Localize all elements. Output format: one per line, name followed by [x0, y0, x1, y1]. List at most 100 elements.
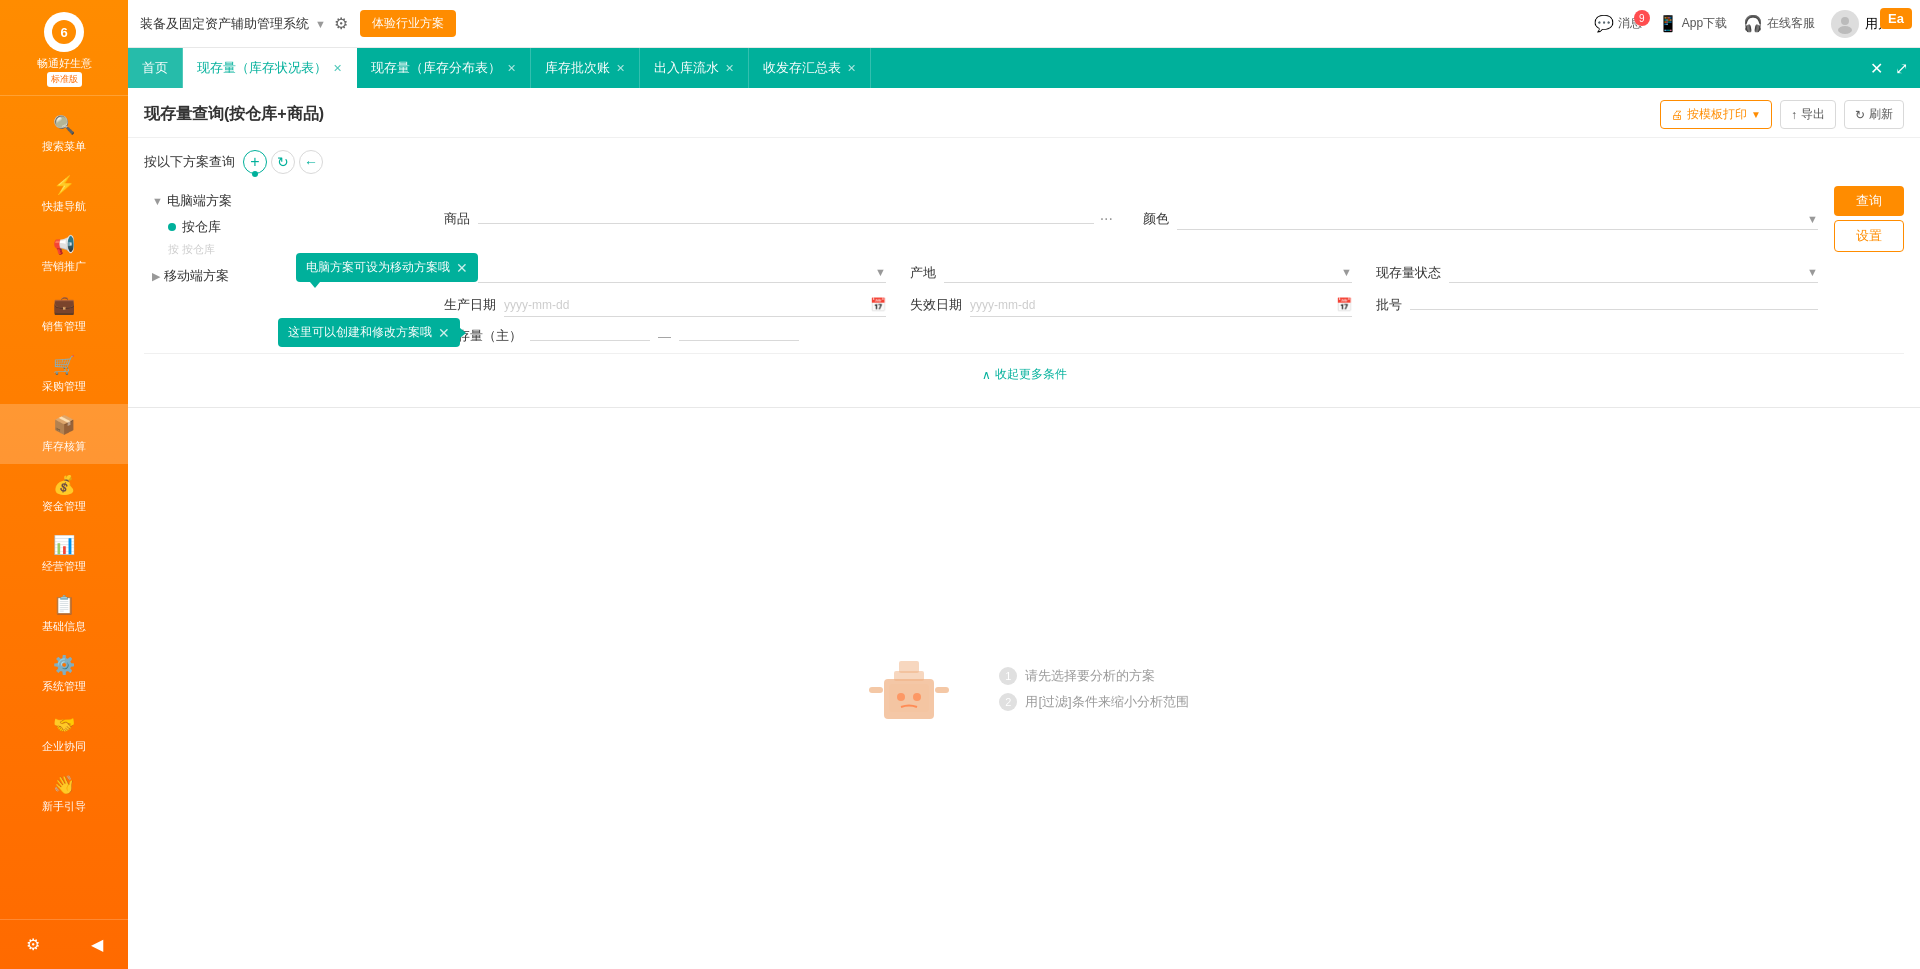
sidebar-item-quicknav[interactable]: ⚡ 快捷导航 — [0, 164, 128, 224]
tab-inventory-status-label: 现存量（库存状况表） — [197, 59, 327, 77]
empty-step-2: 2 用[过滤]条件来缩小分析范围 — [999, 693, 1188, 711]
header-actions: 💬 消息 9 📱 App下载 🎧 在线客服 用户 ▼ — [1594, 10, 1908, 38]
stock-status-label: 现存量状态 — [1376, 264, 1441, 282]
expire-date-calendar[interactable]: 📅 — [1336, 297, 1352, 312]
sidebar-item-inventory[interactable]: 📦 库存核算 — [0, 404, 128, 464]
back-scheme-btn[interactable]: ← — [299, 150, 323, 174]
tab-maximize[interactable]: ⤢ — [1891, 57, 1912, 80]
sidebar-item-system[interactable]: ⚙️ 系统管理 — [0, 644, 128, 704]
filter-fields: 商品 ··· 颜色 ▼ 查询 设置 — [444, 186, 1904, 345]
tooltip-arrow-down — [310, 282, 320, 288]
filter-row-3: 生产日期 yyyy-mm-dd 📅 失效日期 yyyy-mm-dd 📅 — [444, 293, 1904, 317]
logo-text: 畅通好生意 — [37, 56, 92, 70]
sidebar-item-marketing[interactable]: 📢 营销推广 — [0, 224, 128, 284]
sidebar-item-sales[interactable]: 💼 销售管理 — [0, 284, 128, 344]
search-icon: 🔍 — [53, 114, 75, 136]
tab-inventory-dist-close[interactable]: ✕ — [507, 62, 516, 75]
sidebar-item-newbie[interactable]: 👋 新手引导 — [0, 764, 128, 824]
collapse-arrow: ∧ — [982, 368, 991, 382]
sidebar-item-operations[interactable]: 📊 经营管理 — [0, 524, 128, 584]
set-btn[interactable]: 设置 — [1834, 220, 1904, 252]
tab-close-all[interactable]: ✕ — [1866, 57, 1887, 80]
refresh-btn[interactable]: ↻ 刷新 — [1844, 100, 1904, 129]
expire-date-placeholder: yyyy-mm-dd — [970, 298, 1035, 312]
tab-inventory-dist-label: 现存量（库存分布表） — [371, 59, 501, 77]
svg-point-6 — [897, 693, 905, 701]
sidebar-item-finance[interactable]: 💰 资金管理 — [0, 464, 128, 524]
filter-origin: 产地 ▼ — [910, 262, 1352, 283]
header: 装备及固定资产辅助管理系统 ▼ ⚙ 体验行业方案 💬 消息 9 📱 App下载 … — [128, 0, 1920, 48]
tab-batch-ledger-close[interactable]: ✕ — [616, 62, 625, 75]
message-icon: 💬 — [1594, 14, 1614, 33]
tab-bar: 首页 现存量（库存状况表） ✕ 现存量（库存分布表） ✕ 库存批次账 ✕ 出入库… — [128, 48, 1920, 88]
system-dropdown-arrow[interactable]: ▼ — [315, 18, 326, 30]
online-support-btn[interactable]: 🎧 在线客服 — [1743, 14, 1815, 33]
tab-inventory-status-close[interactable]: ✕ — [333, 62, 342, 75]
filter-batch: 批号 — [1376, 296, 1818, 314]
content-area: 1 请先选择要分析的方案 2 用[过滤]条件来缩小分析范围 — [128, 408, 1920, 969]
tab-inventory-status[interactable]: 现存量（库存状况表） ✕ — [183, 48, 357, 88]
sidebar-item-enterprise[interactable]: 🤝 企业协同 — [0, 704, 128, 764]
sidebar-item-search[interactable]: 🔍 搜索菜单 — [0, 104, 128, 164]
goods-more[interactable]: ··· — [1094, 210, 1119, 228]
pc-sub-scheme-item[interactable]: 按仓库 — [144, 214, 324, 240]
headset-icon: 🎧 — [1743, 14, 1763, 33]
tab-collect-send-label: 收发存汇总表 — [763, 59, 841, 77]
tab-inout-flow[interactable]: 出入库流水 ✕ — [640, 48, 749, 88]
sidebar-item-purchase[interactable]: 🛒 采购管理 — [0, 344, 128, 404]
sidebar-settings-btn[interactable]: ⚙ — [21, 930, 45, 959]
tab-batch-ledger[interactable]: 库存批次账 ✕ — [531, 48, 640, 88]
basic-icon: 📋 — [53, 594, 75, 616]
header-settings-btn[interactable]: ⚙ — [334, 14, 348, 33]
tooltip-arrow-right — [460, 328, 466, 338]
empty-icon — [859, 639, 959, 739]
produce-date-calendar[interactable]: 📅 — [870, 297, 886, 312]
page-header: 现存量查询(按仓库+商品) 🖨 按模板打印 ▼ ↑ 导出 ↻ 刷新 — [128, 88, 1920, 138]
svg-rect-9 — [935, 687, 949, 693]
enterprise-icon: 🤝 — [53, 714, 75, 736]
produce-date-label: 生产日期 — [444, 296, 496, 314]
tab-collect-send[interactable]: 收发存汇总表 ✕ — [749, 48, 871, 88]
add-tooltip-close[interactable]: ✕ — [456, 260, 468, 276]
system-name: 装备及固定资产辅助管理系统 ▼ — [140, 15, 326, 33]
origin-label: 产地 — [910, 264, 936, 282]
mobile-icon: 📱 — [1658, 14, 1678, 33]
tab-inventory-dist[interactable]: 现存量（库存分布表） ✕ — [357, 48, 531, 88]
stock-range-sep: — — [658, 329, 671, 344]
mobile-scheme-expand: ▶ — [152, 270, 160, 283]
trial-btn[interactable]: 体验行业方案 — [360, 10, 456, 37]
print-dropdown-arrow: ▼ — [1751, 109, 1761, 120]
tab-inout-flow-close[interactable]: ✕ — [725, 62, 734, 75]
export-icon: ↑ — [1791, 108, 1797, 122]
sidebar: 6 畅通好生意 标准版 🔍 搜索菜单 ⚡ 快捷导航 📢 营销推广 💼 销售管理 … — [0, 0, 128, 969]
pc-scheme-item[interactable]: ▼ 电脑端方案 — [144, 188, 324, 214]
stock-main-to[interactable] — [679, 332, 799, 341]
operations-icon: 📊 — [53, 534, 75, 556]
expire-date-label: 失效日期 — [910, 296, 962, 314]
sidebar-collapse-btn[interactable]: ◀ — [86, 930, 108, 959]
message-btn[interactable]: 💬 消息 9 — [1594, 14, 1642, 33]
sidebar-footer: ⚙ ◀ — [0, 919, 128, 969]
page-title: 现存量查询(按仓库+商品) — [144, 104, 324, 125]
pc-scheme-expand: ▼ — [152, 195, 163, 207]
export-btn[interactable]: ↑ 导出 — [1780, 100, 1836, 129]
collapse-more-btn[interactable]: ∧ 收起更多条件 — [982, 360, 1067, 389]
sidebar-nav: 🔍 搜索菜单 ⚡ 快捷导航 📢 营销推广 💼 销售管理 🛒 采购管理 📦 库存核… — [0, 96, 128, 919]
message-badge: 9 — [1634, 10, 1650, 26]
quicknav-icon: ⚡ — [53, 174, 75, 196]
edit-tooltip-close[interactable]: ✕ — [438, 325, 450, 341]
tab-collect-send-close[interactable]: ✕ — [847, 62, 856, 75]
ea-badge: Ea — [1880, 8, 1912, 29]
refresh-scheme-btn[interactable]: ↻ — [271, 150, 295, 174]
tab-home[interactable]: 首页 — [128, 48, 183, 88]
filter-area-title: 按以下方案查询 — [144, 153, 235, 171]
main-content: 现存量查询(按仓库+商品) 🖨 按模板打印 ▼ ↑ 导出 ↻ 刷新 — [128, 88, 1920, 969]
empty-state: 1 请先选择要分析的方案 2 用[过滤]条件来缩小分析范围 — [859, 639, 1188, 739]
sidebar-item-basic[interactable]: 📋 基础信息 — [0, 584, 128, 644]
stock-main-from[interactable] — [530, 332, 650, 341]
app-download-btn[interactable]: 📱 App下载 — [1658, 14, 1727, 33]
filter-area: 按以下方案查询 + ↻ ← 电脑方案可设为移动方案哦 ✕ — [128, 138, 1920, 407]
svg-rect-5 — [889, 684, 929, 712]
template-print-btn[interactable]: 🖨 按模板打印 ▼ — [1660, 100, 1772, 129]
search-btn[interactable]: 查询 — [1834, 186, 1904, 216]
